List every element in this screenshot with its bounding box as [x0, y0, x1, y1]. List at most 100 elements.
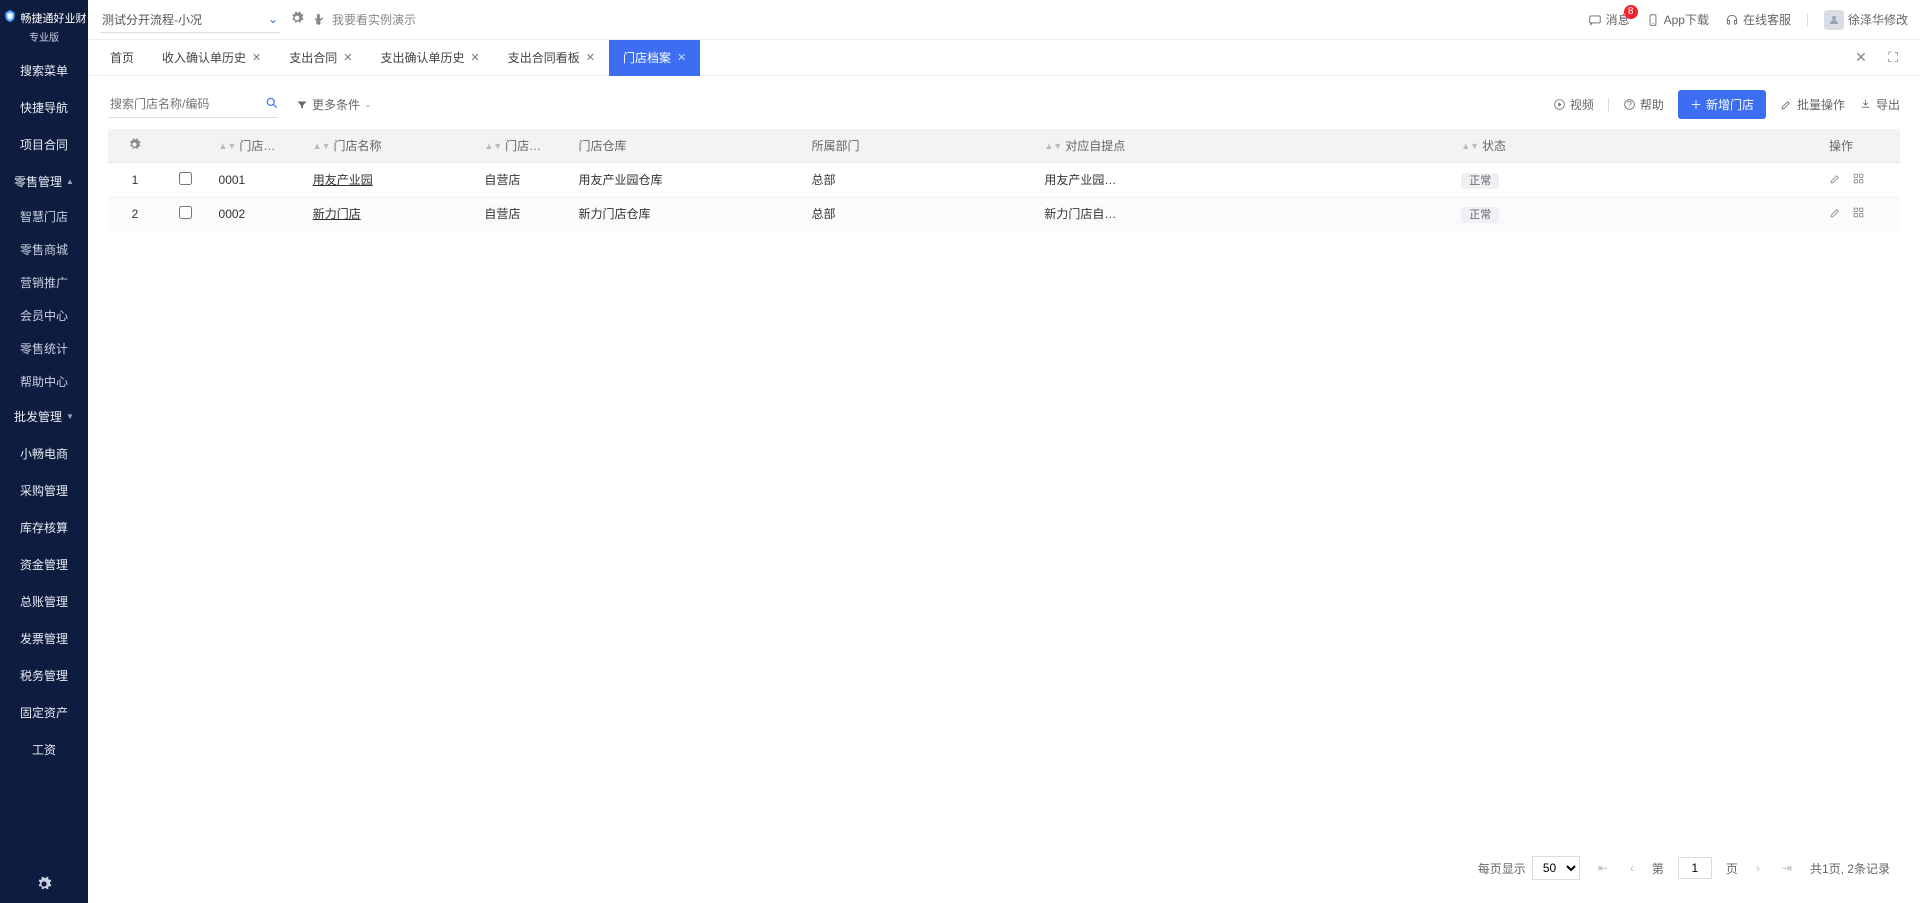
- fullscreen-button[interactable]: ⛶: [1882, 47, 1904, 69]
- row-checkbox[interactable]: [179, 206, 192, 219]
- row-checkbox[interactable]: [179, 172, 192, 185]
- caret-down-icon: ▼: [66, 412, 74, 421]
- sidebar-item-purchase[interactable]: 采购管理: [0, 472, 88, 509]
- column-settings-button[interactable]: [108, 129, 162, 163]
- sidebar-subitem-help-center[interactable]: 帮助中心: [0, 365, 88, 398]
- demo-link-label: 我要看实例演示: [332, 11, 416, 28]
- th-name[interactable]: ▲▼门店名称: [303, 129, 475, 163]
- cell-index: 2: [108, 197, 162, 231]
- batch-label: 批量操作: [1797, 96, 1845, 113]
- th-label: 门店…: [505, 139, 541, 153]
- sidebar-subitem-member[interactable]: 会员中心: [0, 299, 88, 332]
- sidebar-item-label: 营销推广: [20, 276, 68, 290]
- th-type[interactable]: ▲▼门店…: [474, 129, 568, 163]
- more-filters-button[interactable]: 更多条件 ⌄: [296, 96, 372, 113]
- close-icon[interactable]: ✕: [586, 51, 595, 64]
- edit-icon: [1829, 172, 1842, 185]
- sidebar-item-wholesale[interactable]: 批发管理▼: [0, 398, 88, 435]
- sidebar-subitem-retail-mall[interactable]: 零售商城: [0, 233, 88, 266]
- sidebar-item-funds[interactable]: 资金管理: [0, 546, 88, 583]
- gear-icon: [128, 138, 141, 151]
- close-all-tabs-button[interactable]: ✕: [1850, 47, 1872, 69]
- help-button[interactable]: 帮助: [1623, 96, 1664, 113]
- cell-warehouse: 新力门店仓库: [569, 197, 802, 231]
- video-button[interactable]: 视频: [1553, 96, 1594, 113]
- store-name-link[interactable]: 用友产业园: [313, 173, 373, 187]
- close-icon[interactable]: ✕: [677, 51, 686, 64]
- tab-expense-board[interactable]: 支出合同看板✕: [494, 40, 609, 76]
- th-status[interactable]: ▲▼状态: [1451, 129, 1819, 163]
- add-store-label: 新增门店: [1706, 96, 1754, 113]
- per-page-select[interactable]: 50: [1532, 856, 1580, 880]
- th-warehouse: 门店仓库: [569, 129, 802, 163]
- export-button[interactable]: 导出: [1859, 96, 1900, 113]
- store-name-link[interactable]: 新力门店: [313, 207, 361, 221]
- sidebar-subitem-marketing[interactable]: 营销推广: [0, 266, 88, 299]
- sidebar-item-label: 快捷导航: [20, 99, 68, 116]
- tab-income-history[interactable]: 收入确认单历史 ✕: [148, 40, 275, 76]
- user-menu[interactable]: 徐泽华修改: [1824, 10, 1908, 30]
- page-input[interactable]: [1678, 857, 1712, 879]
- table-row: 2 0002 新力门店 自营店 新力门店仓库 总部 新力门店自… 正常: [108, 197, 1900, 231]
- sidebar-item-invoice[interactable]: 发票管理: [0, 620, 88, 657]
- sidebar-item-fixed-assets[interactable]: 固定资产: [0, 694, 88, 731]
- sidebar-item-inventory[interactable]: 库存核算: [0, 509, 88, 546]
- sidebar-item-label: 智慧门店: [20, 210, 68, 224]
- tab-expense-history[interactable]: 支出确认单历史✕: [366, 40, 493, 76]
- tab-home[interactable]: 首页: [96, 40, 148, 76]
- prev-page-button[interactable]: ‹: [1626, 859, 1638, 877]
- divider: [1608, 98, 1609, 112]
- cell-code: 0001: [209, 163, 303, 197]
- add-store-button[interactable]: ＋ 新增门店: [1678, 90, 1766, 119]
- close-icon[interactable]: ✕: [343, 51, 352, 64]
- row-more-button[interactable]: [1852, 206, 1865, 222]
- online-service-button[interactable]: 在线客服: [1725, 11, 1791, 28]
- chevron-down-icon: ⌄: [268, 12, 278, 26]
- project-settings-button[interactable]: [290, 11, 304, 28]
- batch-button[interactable]: 批量操作: [1780, 96, 1845, 113]
- search-box: [108, 92, 278, 118]
- close-icon[interactable]: ✕: [471, 51, 480, 64]
- sidebar-subitem-smart-store[interactable]: 智慧门店: [0, 200, 88, 233]
- sidebar-item-tax[interactable]: 税务管理: [0, 657, 88, 694]
- row-edit-button[interactable]: [1829, 172, 1842, 188]
- sidebar-item-project-contract[interactable]: 项目合同: [0, 126, 88, 163]
- topbar-right: 消息 8 App下载 在线客服 徐泽华修改: [1588, 10, 1908, 30]
- th-label: 门店名称: [334, 139, 382, 153]
- sidebar-item-retail[interactable]: 零售管理▲: [0, 163, 88, 200]
- online-service-label: 在线客服: [1743, 11, 1791, 28]
- sidebar-item-search-menu[interactable]: 搜索菜单: [0, 52, 88, 89]
- search-input[interactable]: [110, 97, 265, 111]
- search-button[interactable]: [265, 96, 279, 113]
- th-label: 操作: [1829, 139, 1853, 153]
- sidebar-item-salary[interactable]: 工资: [0, 731, 88, 768]
- th-pickup[interactable]: ▲▼对应自提点: [1034, 129, 1451, 163]
- app-download-button[interactable]: App下载: [1646, 11, 1709, 28]
- row-edit-button[interactable]: [1829, 206, 1842, 222]
- sidebar-item-ecommerce[interactable]: 小畅电商: [0, 435, 88, 472]
- sort-icon: ▲▼: [313, 144, 331, 149]
- sidebar-subitem-retail-stats[interactable]: 零售统计: [0, 332, 88, 365]
- next-page-button[interactable]: ›: [1752, 859, 1764, 877]
- sidebar-settings-button[interactable]: [0, 868, 88, 903]
- first-page-button[interactable]: ⇤: [1594, 859, 1612, 877]
- tab-store-archive[interactable]: 门店档案✕: [609, 40, 700, 76]
- brand-name: 畅捷通好业财: [21, 10, 87, 26]
- row-more-button[interactable]: [1852, 172, 1865, 188]
- last-page-button[interactable]: ⇥: [1778, 859, 1796, 877]
- sidebar-item-ledger[interactable]: 总账管理: [0, 583, 88, 620]
- messages-badge: 8: [1624, 5, 1638, 19]
- messages-button[interactable]: 消息 8: [1588, 11, 1630, 28]
- sidebar-item-label: 发票管理: [20, 630, 68, 647]
- project-selector[interactable]: 测试分开流程-小况 ⌄: [100, 7, 280, 33]
- tab-expense-contract[interactable]: 支出合同✕: [275, 40, 366, 76]
- status-badge: 正常: [1461, 207, 1499, 223]
- sidebar-item-quick-nav[interactable]: 快捷导航: [0, 89, 88, 126]
- close-icon[interactable]: ✕: [252, 51, 261, 64]
- sidebar-item-label: 零售管理: [14, 173, 62, 190]
- tab-label: 收入确认单历史: [162, 49, 246, 66]
- demo-link[interactable]: 我要看实例演示: [314, 11, 416, 28]
- store-table: ▲▼门店… ▲▼门店名称 ▲▼门店… 门店仓库 所属部门 ▲▼对应自提点 ▲▼状…: [108, 129, 1900, 231]
- sidebar-item-label: 税务管理: [20, 667, 68, 684]
- th-code[interactable]: ▲▼门店…: [209, 129, 303, 163]
